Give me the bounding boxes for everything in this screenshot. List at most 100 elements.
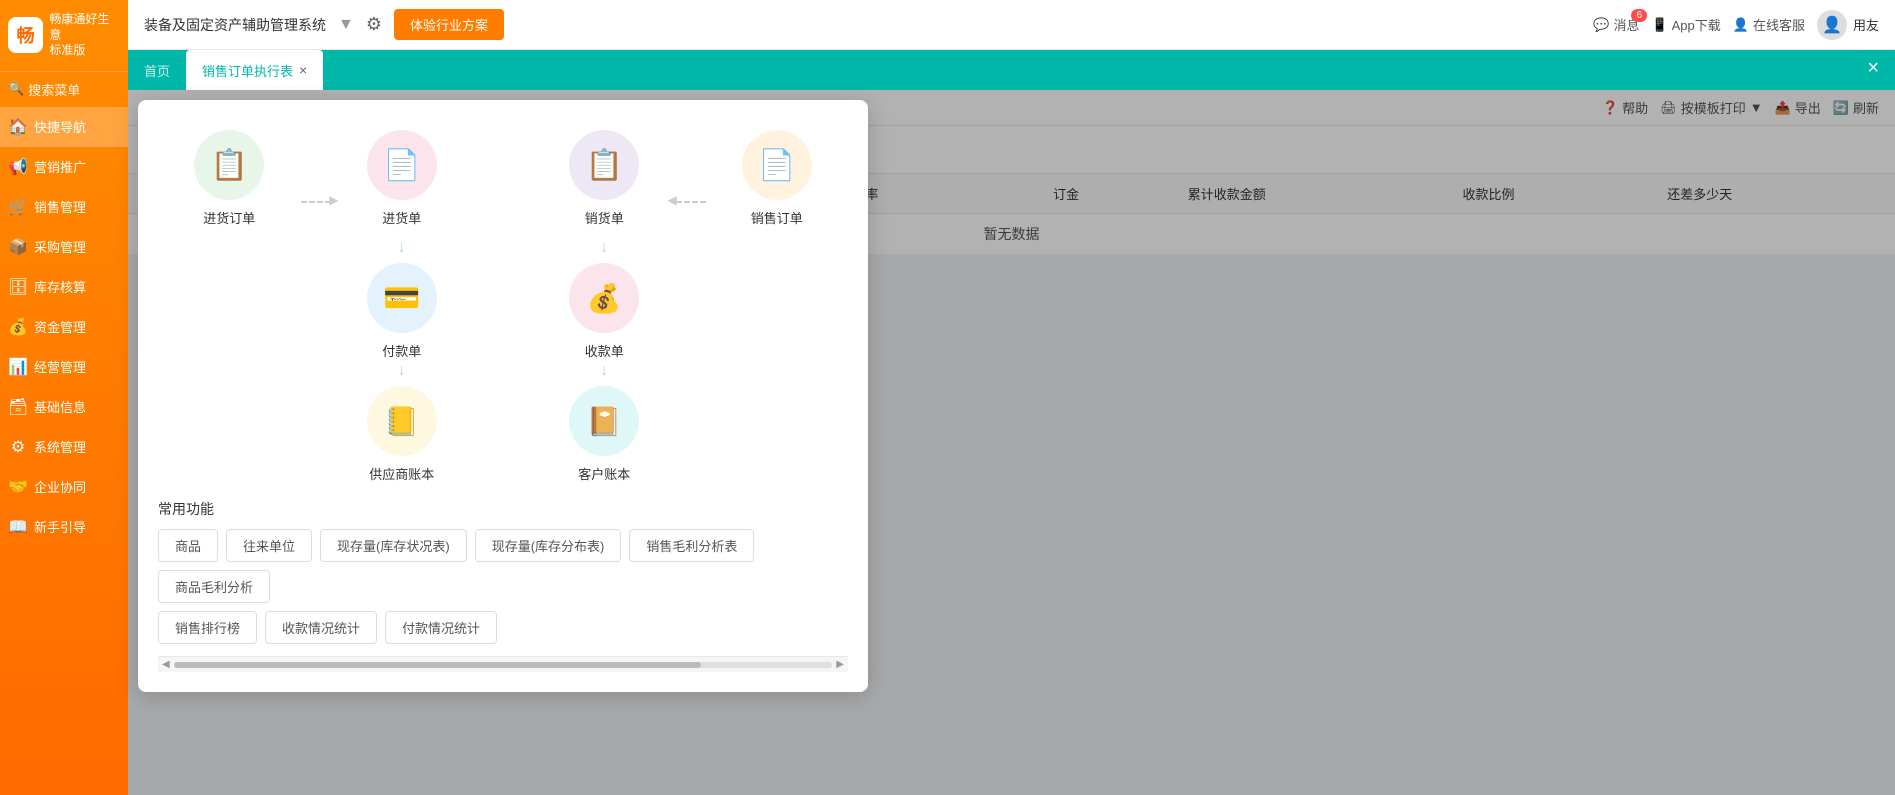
func-btn-stock-status[interactable]: 现存量(库存状况表): [320, 529, 467, 562]
logo-icon: 畅: [8, 17, 43, 53]
user-avatar: 👤: [1817, 10, 1847, 40]
flow-item-supplier-ledger[interactable]: 📒 供应商账本: [331, 386, 474, 483]
sidebar: 畅 畅康通好生意 标准版 🔍 搜索菜单 🏠 快捷导航 📢 营销推广 🛒 销售管理…: [0, 0, 128, 795]
topbar: 装备及固定资产辅助管理系统 ▼ ⚙ 体验行业方案 💬 消息 6 📱 App下载 …: [128, 0, 1895, 50]
supplier-ledger-circle: 📒: [367, 386, 437, 456]
customer-ledger-icon: 📔: [587, 405, 622, 438]
scroll-track: [174, 662, 833, 668]
receipt-bill-circle: 💰: [569, 263, 639, 333]
finance-icon: 💰: [8, 317, 28, 337]
func-btn-sales-rank[interactable]: 销售排行榜: [158, 611, 257, 644]
purchase-bill-label: 进货单: [382, 208, 421, 227]
trial-btn[interactable]: 体验行业方案: [394, 9, 504, 40]
system-title: 装备及固定资产辅助管理系统: [144, 15, 326, 35]
func-btn-product[interactable]: 商品: [158, 529, 218, 562]
sidebar-item-finance[interactable]: 💰 资金管理: [0, 307, 128, 347]
service-icon: 👤: [1733, 17, 1749, 33]
common-functions: 常用功能 商品 往来单位 现存量(库存状况表) 现存量(库存分布表) 销售毛利分…: [158, 499, 848, 644]
arrow-down-purchase: ↓: [331, 239, 474, 257]
message-badge: 6: [1631, 9, 1647, 22]
func-btn-product-profit[interactable]: 商品毛利分析: [158, 570, 270, 603]
supplier-ledger-icon: 📒: [384, 405, 419, 438]
search-icon: 🔍: [8, 81, 24, 97]
func-btn-payment-stats[interactable]: 付款情况统计: [385, 611, 497, 644]
basic-info-icon: 🗃: [8, 397, 28, 417]
arrow-down-payment: ↓: [331, 362, 474, 380]
sidebar-item-sales[interactable]: 🛒 销售管理: [0, 187, 128, 227]
settings-icon[interactable]: ⚙: [366, 14, 382, 35]
payment-bill-label: 付款单: [382, 341, 421, 360]
flow-item-customer-ledger[interactable]: 📔 客户账本: [533, 386, 676, 483]
flow-item-purchase-bill[interactable]: 📄 进货单: [331, 130, 474, 227]
purchase-bill-circle: 📄: [367, 130, 437, 200]
app-download-btn[interactable]: 📱 App下载: [1651, 15, 1720, 34]
arrow-left-1: ◀: [676, 167, 706, 191]
message-btn[interactable]: 💬 消息 6: [1593, 15, 1639, 34]
purchase-icon: 📦: [8, 237, 28, 257]
tabbar: 首页 销售订单执行表 × ×: [128, 50, 1895, 90]
sidebar-search[interactable]: 🔍 搜索菜单: [0, 72, 128, 107]
modal-scrollbar[interactable]: ◀ ▶: [158, 656, 848, 672]
scroll-right-arrow[interactable]: ▶: [836, 659, 844, 670]
sidebar-item-quick-nav[interactable]: 🏠 快捷导航: [0, 107, 128, 147]
flow-item-sale-bill[interactable]: 📋 销货单: [533, 130, 676, 227]
close-tab-btn[interactable]: ×: [1867, 57, 1879, 80]
sidebar-item-purchase[interactable]: 📦 采购管理: [0, 227, 128, 267]
sidebar-item-system[interactable]: ⚙ 系统管理: [0, 427, 128, 467]
inventory-icon: 🗄: [8, 277, 28, 297]
sidebar-item-operations[interactable]: 📊 经营管理: [0, 347, 128, 387]
purchase-order-circle: 📋: [194, 130, 264, 200]
quick-nav-modal: 📋 进货订单 ▶ 📄 进货单: [138, 100, 868, 692]
beginner-icon: 📖: [8, 517, 28, 537]
payment-bill-icon: 💳: [383, 281, 420, 316]
sale-order-label: 销售订单: [751, 208, 803, 227]
func-btn-sales-profit[interactable]: 销售毛利分析表: [629, 529, 754, 562]
func-btn-contacts[interactable]: 往来单位: [226, 529, 312, 562]
system-icon: ⚙: [8, 437, 28, 457]
payment-bill-circle: 💳: [367, 263, 437, 333]
customer-ledger-circle: 📔: [569, 386, 639, 456]
flow-item-sale-order[interactable]: 📄 销售订单: [706, 130, 849, 227]
purchase-bill-icon: 📄: [383, 148, 420, 183]
sale-bill-circle: 📋: [569, 130, 639, 200]
scroll-left-arrow[interactable]: ◀: [162, 659, 170, 670]
func-btn-receipt-stats[interactable]: 收款情况统计: [265, 611, 377, 644]
common-functions-title: 常用功能: [158, 499, 848, 519]
receipt-bill-label: 收款单: [585, 341, 624, 360]
func-btn-stock-dist[interactable]: 现存量(库存分布表): [475, 529, 622, 562]
tab-home[interactable]: 首页: [128, 50, 186, 90]
user-name: 用友: [1853, 15, 1879, 34]
collab-icon: 🤝: [8, 477, 28, 497]
customer-ledger-label: 客户账本: [578, 464, 630, 483]
receipt-bill-icon: 💰: [587, 282, 622, 315]
sidebar-item-collab[interactable]: 🤝 企业协同: [0, 467, 128, 507]
arrow-down-sale: ↓: [533, 239, 676, 257]
sale-order-circle: 📄: [742, 130, 812, 200]
tab-sales-order-exec[interactable]: 销售订单执行表 ×: [186, 50, 323, 90]
sidebar-item-marketing[interactable]: 📢 营销推广: [0, 147, 128, 187]
tab-close-btn[interactable]: ×: [299, 62, 307, 78]
func-buttons-row2: 销售排行榜 收款情况统计 付款情况统计: [158, 611, 848, 644]
flow-item-purchase-order[interactable]: 📋 进货订单: [158, 130, 301, 227]
logo-text: 畅康通好生意 标准版: [49, 12, 120, 59]
online-service-btn[interactable]: 👤 在线客服: [1733, 15, 1805, 34]
sale-bill-label: 销货单: [585, 208, 624, 227]
sidebar-nav: 🏠 快捷导航 📢 营销推广 🛒 销售管理 📦 采购管理 🗄 库存核算 💰 资金管…: [0, 107, 128, 795]
arrow-down-receipt: ↓: [533, 362, 676, 380]
sidebar-item-beginner[interactable]: 📖 新手引导: [0, 507, 128, 547]
user-area[interactable]: 👤 用友: [1817, 10, 1879, 40]
marketing-icon: 📢: [8, 157, 28, 177]
quick-nav-icon: 🏠: [8, 117, 28, 137]
purchase-order-icon: 📋: [211, 148, 248, 183]
message-icon: 💬: [1593, 17, 1609, 33]
arrow-right-1: ▶: [301, 167, 331, 191]
func-buttons-row1: 商品 往来单位 现存量(库存状况表) 现存量(库存分布表) 销售毛利分析表 商品…: [158, 529, 848, 603]
flow-item-payment-bill[interactable]: 💳 付款单: [331, 263, 474, 360]
sidebar-item-basic-info[interactable]: 🗃 基础信息: [0, 387, 128, 427]
sidebar-item-inventory[interactable]: 🗄 库存核算: [0, 267, 128, 307]
scroll-thumb: [174, 662, 701, 668]
sidebar-logo: 畅 畅康通好生意 标准版: [0, 0, 128, 72]
modal-overlay[interactable]: 📋 进货订单 ▶ 📄 进货单: [128, 90, 1895, 795]
flow-item-receipt-bill[interactable]: 💰 收款单: [533, 263, 676, 360]
dropdown-icon[interactable]: ▼: [338, 16, 354, 34]
